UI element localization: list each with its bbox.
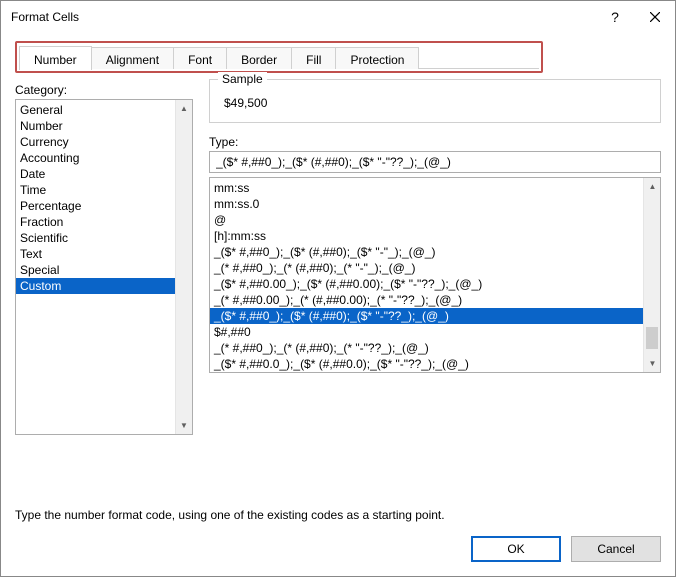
category-item[interactable]: Accounting <box>16 150 175 166</box>
type-item[interactable]: _($* #,##0.00_);_($* (#,##0.00);_($* "-"… <box>210 276 643 292</box>
category-item[interactable]: Date <box>16 166 175 182</box>
sample-value: $49,500 <box>222 94 648 112</box>
format-cells-dialog: Format Cells ? Number Alignment Font Bor… <box>0 0 676 577</box>
tab-number[interactable]: Number <box>19 46 92 70</box>
category-item[interactable]: Fraction <box>16 214 175 230</box>
category-listbox[interactable]: GeneralNumberCurrencyAccountingDateTimeP… <box>15 99 193 435</box>
tab-label: Fill <box>306 53 321 67</box>
tab-protection[interactable]: Protection <box>335 47 419 69</box>
type-item[interactable]: _($* #,##0.0_);_($* (#,##0.0);_($* "-"??… <box>210 356 643 372</box>
tab-label: Alignment <box>106 53 159 67</box>
type-item[interactable]: _($* #,##0_);_($* (#,##0);_($* "-"??_);_… <box>210 308 643 324</box>
dialog-body: Number Alignment Font Border Fill Protec… <box>1 33 675 522</box>
title-bar: Format Cells ? <box>1 1 675 33</box>
close-icon <box>650 12 660 22</box>
button-bar: OK Cancel <box>1 522 675 576</box>
format-details-panel: Sample $49,500 Type: mm:ssmm:ss.0@[h]:mm… <box>209 73 661 474</box>
type-item[interactable]: [h]:mm:ss <box>210 228 643 244</box>
category-item[interactable]: Special <box>16 262 175 278</box>
category-scrollbar[interactable]: ▲ ▼ <box>175 100 192 434</box>
button-label: Cancel <box>597 542 634 556</box>
type-item[interactable]: mm:ss.0 <box>210 196 643 212</box>
scroll-up-icon[interactable]: ▲ <box>176 100 193 117</box>
category-list: GeneralNumberCurrencyAccountingDateTimeP… <box>16 100 175 434</box>
dialog-title: Format Cells <box>11 10 595 24</box>
type-item[interactable]: _(* #,##0_);_(* (#,##0);_(* "-"_);_(@_) <box>210 260 643 276</box>
category-item[interactable]: Time <box>16 182 175 198</box>
tab-alignment[interactable]: Alignment <box>91 47 174 69</box>
tab-font[interactable]: Font <box>173 47 227 69</box>
category-label: Category: <box>15 83 193 97</box>
type-item[interactable]: $#,##0 <box>210 324 643 340</box>
tab-label: Protection <box>350 53 404 67</box>
close-button[interactable] <box>635 1 675 33</box>
tab-content: Category: GeneralNumberCurrencyAccountin… <box>15 73 661 474</box>
type-listbox[interactable]: mm:ssmm:ss.0@[h]:mm:ss_($* #,##0_);_($* … <box>209 177 661 373</box>
type-item[interactable]: _(* #,##0_);_(* (#,##0);_(* "-"??_);_(@_… <box>210 340 643 356</box>
scroll-up-icon[interactable]: ▲ <box>644 178 661 195</box>
scroll-down-icon[interactable]: ▼ <box>176 417 193 434</box>
tab-label: Border <box>241 53 277 67</box>
scroll-thumb[interactable] <box>646 327 658 349</box>
type-item[interactable]: _($* #,##0_);_($* (#,##0);_($* "-"_);_(@… <box>210 244 643 260</box>
category-item[interactable]: Percentage <box>16 198 175 214</box>
type-item[interactable]: @ <box>210 212 643 228</box>
help-icon: ? <box>611 9 619 25</box>
tab-border[interactable]: Border <box>226 47 292 69</box>
tabs-highlight: Number Alignment Font Border Fill Protec… <box>15 41 543 73</box>
ok-button[interactable]: OK <box>471 536 561 562</box>
type-label: Type: <box>209 135 661 149</box>
tab-label: Font <box>188 53 212 67</box>
type-scrollbar[interactable]: ▲ ▼ <box>643 178 660 372</box>
category-item[interactable]: Scientific <box>16 230 175 246</box>
tab-label: Number <box>34 53 77 67</box>
tab-fill[interactable]: Fill <box>291 47 336 69</box>
category-item[interactable]: Number <box>16 118 175 134</box>
sample-label: Sample <box>218 72 267 86</box>
category-item[interactable]: General <box>16 102 175 118</box>
scroll-track[interactable] <box>644 195 660 355</box>
button-label: OK <box>507 542 524 556</box>
scroll-down-icon[interactable]: ▼ <box>644 355 661 372</box>
category-item[interactable]: Custom <box>16 278 175 294</box>
cancel-button[interactable]: Cancel <box>571 536 661 562</box>
category-panel: Category: GeneralNumberCurrencyAccountin… <box>15 73 193 474</box>
type-input[interactable] <box>209 151 661 173</box>
tab-strip: Number Alignment Font Border Fill Protec… <box>19 45 539 69</box>
type-list: mm:ssmm:ss.0@[h]:mm:ss_($* #,##0_);_($* … <box>210 178 643 372</box>
help-text: Type the number format code, using one o… <box>15 508 661 522</box>
sample-group: Sample $49,500 <box>209 79 661 123</box>
category-item[interactable]: Currency <box>16 134 175 150</box>
type-item[interactable]: _(* #,##0.00_);_(* (#,##0.00);_(* "-"??_… <box>210 292 643 308</box>
type-item[interactable]: mm:ss <box>210 180 643 196</box>
help-button[interactable]: ? <box>595 1 635 33</box>
category-item[interactable]: Text <box>16 246 175 262</box>
